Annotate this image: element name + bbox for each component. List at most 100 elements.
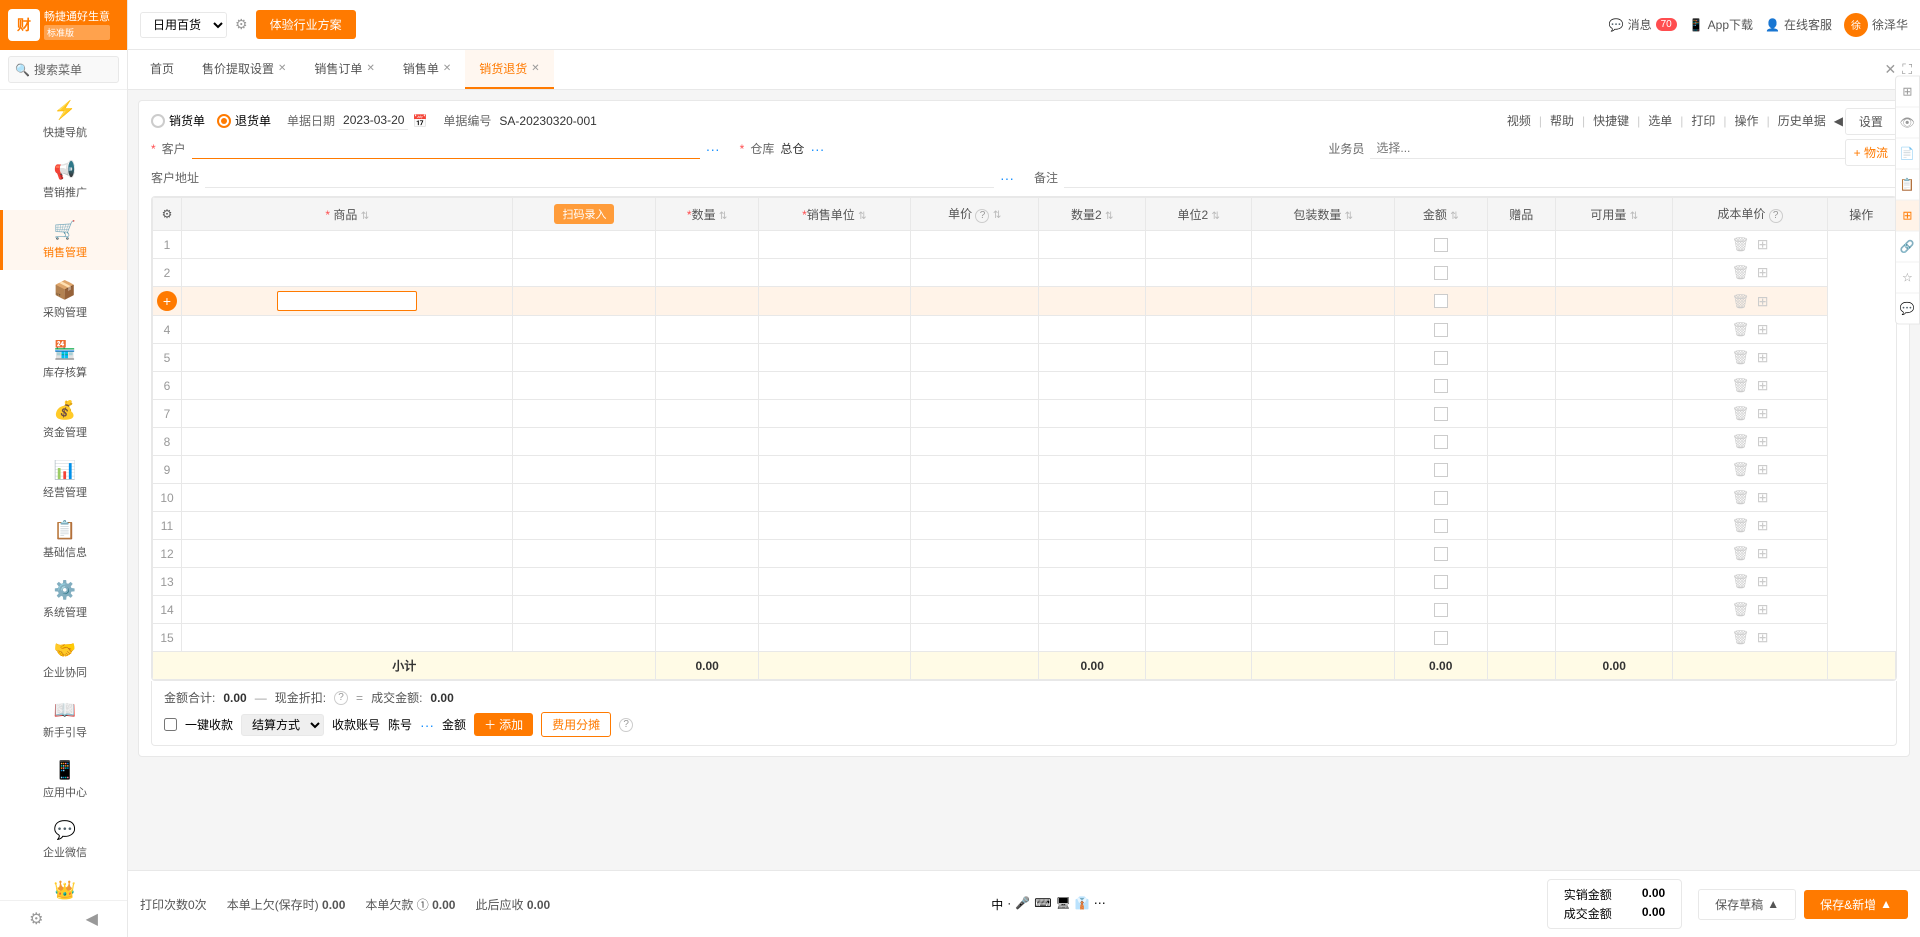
product-cell-11[interactable] [182, 512, 513, 540]
tab-sale-return[interactable]: 销货退货 ✕ [465, 50, 553, 89]
tab-sale-order[interactable]: 销售订单 ✕ [300, 50, 388, 89]
user-profile[interactable]: 徐 徐泽华 [1844, 13, 1908, 37]
delete-row-btn-4[interactable]: 🗑 [1732, 321, 1750, 337]
experience-btn[interactable]: 体验行业方案 [256, 10, 356, 39]
account-select-btn[interactable]: ··· [420, 717, 434, 733]
sidebar-item-wechat[interactable]: 💬 企业微信 [0, 810, 127, 870]
delete-row-btn-2[interactable]: 🗑 [1732, 264, 1750, 280]
gift-checkbox-10[interactable] [1434, 491, 1448, 505]
calendar-icon[interactable]: 📅 [412, 114, 427, 128]
right-edge-btn3[interactable]: 📄 [1896, 139, 1919, 170]
product-cell-6[interactable] [182, 372, 513, 400]
product-input-3[interactable] [277, 291, 417, 311]
delete-row-btn-15[interactable]: 🗑 [1732, 629, 1750, 645]
fee-info-icon[interactable]: ? [619, 718, 633, 732]
customer-input[interactable] [192, 138, 700, 159]
delete-row-btn-12[interactable]: 🗑 [1732, 545, 1750, 561]
message-btn[interactable]: 💬 消息 70 [1609, 16, 1677, 33]
select-btn[interactable]: 选单 [1648, 112, 1672, 129]
sidebar-item-system[interactable]: ⚙️ 系统管理 [0, 570, 127, 630]
tab-sale-out[interactable]: 销售单 ✕ [389, 50, 465, 89]
sidebar-search[interactable]: 🔍 搜索菜单 [0, 50, 127, 90]
col-scan[interactable]: 扫码录入 [513, 198, 656, 231]
product-cell-12[interactable] [182, 540, 513, 568]
right-edge-btn1[interactable]: ⊞ [1896, 77, 1919, 108]
delete-row-btn-8[interactable]: 🗑 [1732, 433, 1750, 449]
save-new-btn[interactable]: 保存&新增 ▲ [1804, 890, 1908, 919]
tab-sale-price-close[interactable]: ✕ [278, 63, 286, 74]
right-edge-btn8[interactable]: 💬 [1896, 294, 1919, 324]
more-tools-icon[interactable]: ⋯ [1094, 896, 1106, 913]
keyboard-icon[interactable]: ⌨ [1034, 896, 1051, 913]
save-draft-btn[interactable]: 保存草稿 ▲ [1698, 889, 1796, 920]
remarks-input[interactable] [1064, 167, 1897, 188]
gear-icon[interactable]: ⚙ [235, 16, 248, 33]
app-download-btn[interactable]: 📱 App下载 [1689, 16, 1753, 33]
copy-row-btn-15[interactable]: ⊞ [1757, 629, 1769, 645]
shirt-icon[interactable]: 👔 [1075, 896, 1090, 913]
mic-icon[interactable]: 🎤 [1015, 896, 1030, 913]
input-zh-icon[interactable]: 中 [991, 896, 1003, 913]
gift-checkbox-7[interactable] [1434, 407, 1448, 421]
sidebar-item-finance[interactable]: 💰 资金管理 [0, 390, 127, 450]
right-edge-btn5[interactable]: ⊞ [1896, 201, 1919, 232]
delete-row-btn-9[interactable]: 🗑 [1732, 461, 1750, 477]
prev-record-btn[interactable]: ◀ [1834, 114, 1843, 128]
scan-btn[interactable]: 扫码录入 [554, 204, 614, 224]
sidebar-item-purchase[interactable]: 📦 采购管理 [0, 270, 127, 330]
delete-row-btn-11[interactable]: 🗑 [1732, 517, 1750, 533]
delete-row-btn-5[interactable]: 🗑 [1732, 349, 1750, 365]
gift-checkbox-1[interactable] [1434, 238, 1448, 252]
one-click-payment-cb[interactable] [164, 718, 177, 731]
sort-product-icon[interactable]: ⇅ [361, 211, 369, 222]
discount-info-icon[interactable]: ? [334, 691, 348, 705]
sort-unit2-icon[interactable]: ⇅ [1212, 211, 1220, 222]
delete-row-btn-13[interactable]: 🗑 [1732, 573, 1750, 589]
online-service-btn[interactable]: 👤 在线客服 [1765, 16, 1832, 33]
gift-checkbox-3[interactable] [1434, 294, 1448, 308]
delete-row-btn-10[interactable]: 🗑 [1732, 489, 1750, 505]
radio-sale[interactable]: 销货单 [151, 112, 205, 129]
collapse-btn[interactable]: ◀ [86, 909, 98, 929]
sidebar-item-app-center[interactable]: 📱 应用中心 [0, 750, 127, 810]
salesperson-input[interactable] [1370, 138, 1877, 159]
product-cell-7[interactable] [182, 400, 513, 428]
add-logistics-btn[interactable]: + 物流 [1845, 139, 1897, 166]
right-edge-btn4[interactable]: 📋 [1896, 170, 1919, 201]
copy-row-btn-9[interactable]: ⊞ [1757, 461, 1769, 477]
shortcut-btn[interactable]: 快捷键 [1593, 112, 1629, 129]
copy-row-btn-7[interactable]: ⊞ [1757, 405, 1769, 421]
tab-sale-out-close[interactable]: ✕ [443, 63, 451, 74]
copy-row-btn-5[interactable]: ⊞ [1757, 349, 1769, 365]
settings-btn[interactable]: 设置 [1845, 108, 1897, 135]
sidebar-item-member[interactable]: 👑 畅会员 [0, 870, 127, 900]
right-edge-btn7[interactable]: ☆ [1896, 263, 1919, 294]
gift-checkbox-6[interactable] [1434, 379, 1448, 393]
delete-row-btn-6[interactable]: 🗑 [1732, 377, 1750, 393]
gift-checkbox-14[interactable] [1434, 603, 1448, 617]
address-input[interactable] [205, 167, 994, 188]
product-cell-4[interactable] [182, 316, 513, 344]
sort-unit-icon[interactable]: ⇅ [858, 211, 866, 222]
gift-checkbox-5[interactable] [1434, 351, 1448, 365]
sidebar-item-inventory[interactable]: 🏪 库存核算 [0, 330, 127, 390]
gift-checkbox-4[interactable] [1434, 323, 1448, 337]
search-menu-button[interactable]: 🔍 搜索菜单 [8, 56, 119, 83]
delete-row-btn-7[interactable]: 🗑 [1732, 405, 1750, 421]
copy-row-btn-13[interactable]: ⊞ [1757, 573, 1769, 589]
copy-row-btn-3[interactable]: ⊞ [1757, 293, 1769, 309]
tab-sale-order-close[interactable]: ✕ [366, 63, 374, 74]
address-select-btn[interactable]: ··· [1000, 170, 1014, 186]
price-info-icon[interactable]: ? [975, 209, 989, 223]
close-tab-btn[interactable]: ✕ [1884, 61, 1896, 78]
gift-checkbox-2[interactable] [1434, 266, 1448, 280]
sidebar-item-sales[interactable]: 🛒 销售管理 [0, 210, 127, 270]
calc-method-select[interactable]: 结算方式 [241, 714, 324, 736]
product-cell-10[interactable] [182, 484, 513, 512]
sidebar-item-shortcut[interactable]: ⚡ 快捷导航 [0, 90, 127, 150]
delete-row-btn-1[interactable]: 🗑 [1732, 236, 1750, 252]
tab-sale-return-close[interactable]: ✕ [531, 63, 539, 74]
product-cell-14[interactable] [182, 596, 513, 624]
operate-btn[interactable]: 操作 [1735, 112, 1759, 129]
product-cell-5[interactable] [182, 344, 513, 372]
